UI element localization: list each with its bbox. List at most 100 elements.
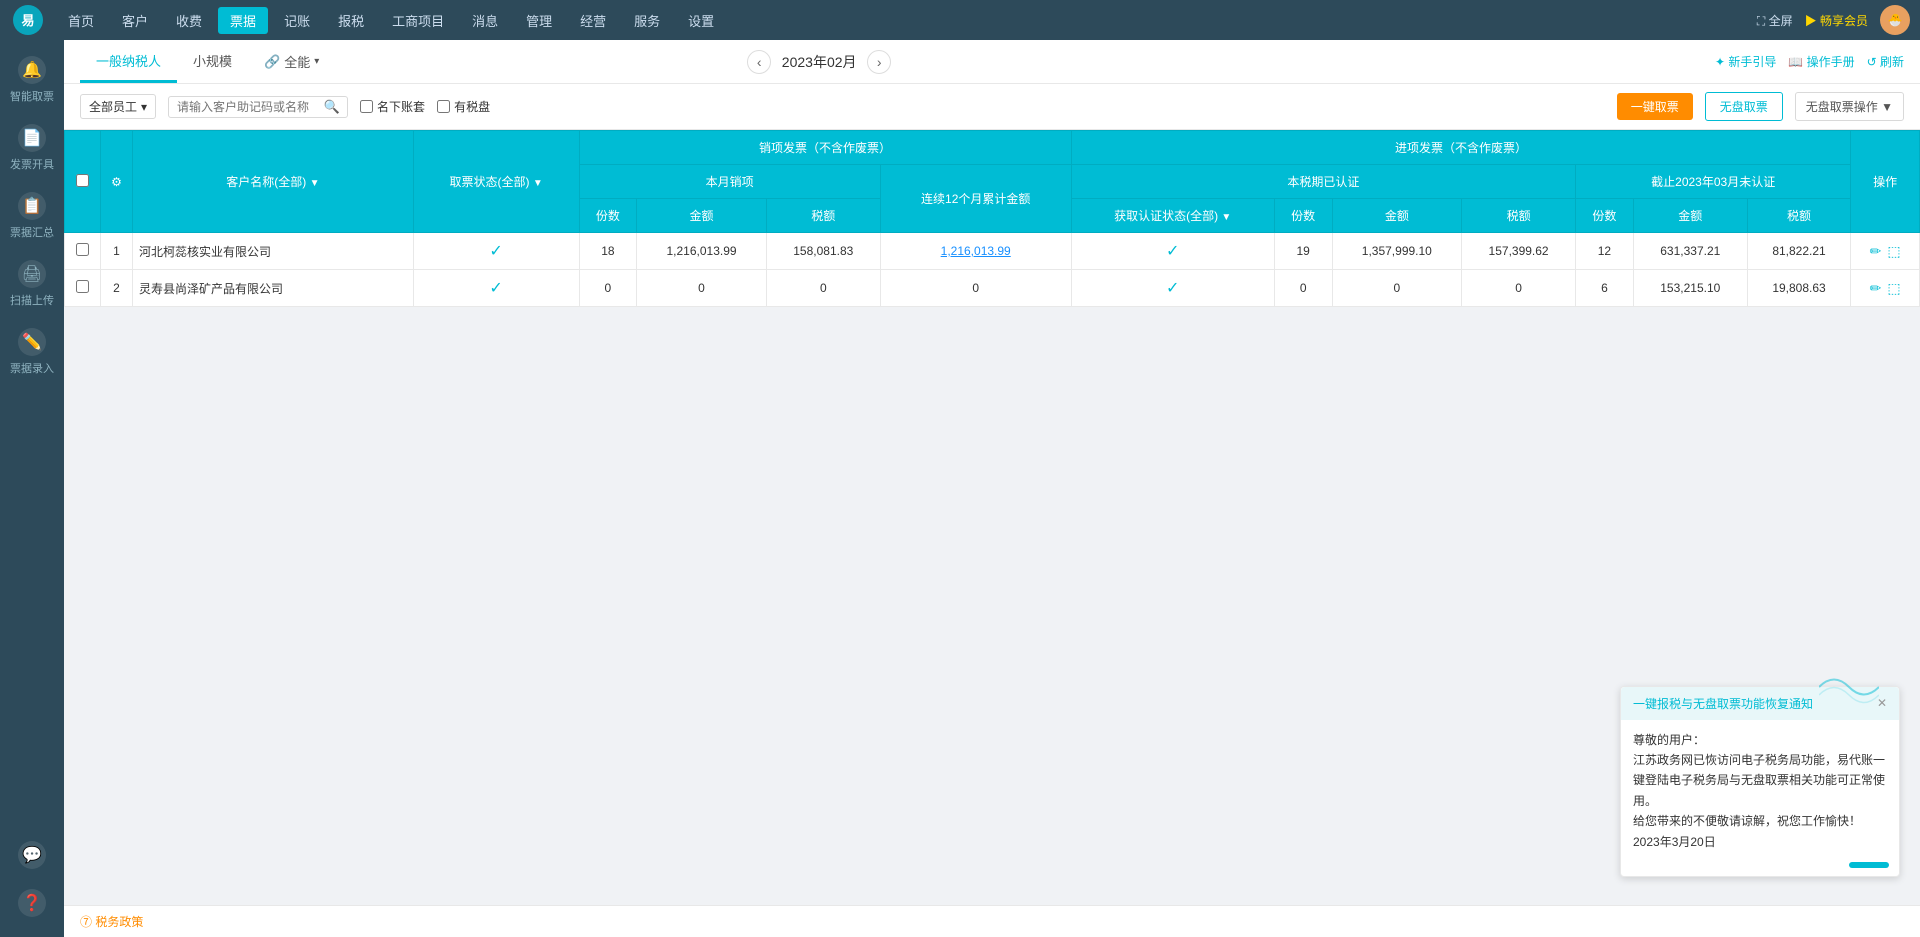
row-checkbox-0[interactable]	[76, 243, 89, 256]
nav-item-manage[interactable]: 管理	[514, 7, 564, 34]
row-checkbox-1[interactable]	[76, 280, 89, 293]
row-uncert-amount-0: 631,337.21	[1633, 233, 1747, 270]
sidebar-item-ticket-entry[interactable]: ✏️ 票据录入	[4, 320, 60, 384]
nav-item-accounting[interactable]: 记账	[272, 7, 322, 34]
row-num-1: 2	[101, 270, 133, 307]
user-avatar[interactable]: 🐣	[1880, 5, 1910, 35]
svg-text:易: 易	[21, 13, 34, 28]
select-all-checkbox[interactable]	[76, 174, 89, 187]
search-input[interactable]	[168, 96, 348, 118]
th-checkbox	[65, 131, 101, 233]
member-button[interactable]: ▶ 畅享会员	[1805, 12, 1868, 29]
refresh-button[interactable]: ↺ 刷新	[1867, 53, 1904, 70]
row-checkbox-cell	[65, 270, 101, 307]
employee-select[interactable]: 全部员工 ▾	[80, 94, 156, 119]
checkbox-tax-disk-input[interactable]	[437, 100, 450, 113]
prev-month-button[interactable]: ‹	[747, 50, 771, 74]
tab-general-taxpayer[interactable]: 一般纳税人	[80, 41, 177, 83]
sub-tabs-right-actions: ✦ 新手引导 📖 操作手册 ↺ 刷新	[1715, 53, 1904, 70]
row-cert-count-0: 19	[1274, 233, 1332, 270]
table-row: 2 灵寿县尚泽矿产品有限公司 ✓ 0 0 0 0 ✓ 0 0 0 6 153,2…	[65, 270, 1920, 307]
table-row: 1 河北柯蕊核实业有限公司 ✓ 18 1,216,013.99 158,081.…	[65, 233, 1920, 270]
nav-item-fee[interactable]: 收费	[164, 7, 214, 34]
row-actions-0: ✏ ⬚	[1851, 233, 1920, 270]
nav-item-business[interactable]: 工商项目	[380, 7, 456, 34]
diskless-fetch-button[interactable]: 无盘取票	[1705, 92, 1783, 121]
nav-item-tax[interactable]: 报税	[326, 7, 376, 34]
sidebar-item-help[interactable]: ❓	[4, 881, 60, 925]
logo: 易	[10, 2, 46, 38]
checkbox-under-name[interactable]: 名下账套	[360, 98, 425, 115]
row-cert-status-1: ✓	[1071, 270, 1274, 307]
row-cert-tax-1: 0	[1462, 270, 1576, 307]
sidebar-item-smart-ticket[interactable]: 🔔 智能取票	[4, 48, 60, 112]
chevron-down-icon: ▾	[314, 56, 319, 67]
sidebar-item-label: 智能取票	[10, 88, 54, 104]
th-operation: 操作	[1851, 131, 1920, 233]
edit-icon-0[interactable]: ✏	[1870, 243, 1882, 260]
sidebar: 🔔 智能取票 📄 发票开具 📋 票据汇总 🖨 扫描上传 ✏️ 票据录入 💬 ❓	[0, 40, 64, 937]
view-icon-1[interactable]: ⬚	[1887, 280, 1900, 297]
invoice-open-icon: 📄	[18, 124, 46, 152]
ticket-entry-icon: ✏️	[18, 328, 46, 356]
nav-item-home[interactable]: 首页	[56, 7, 106, 34]
fullscreen-button[interactable]: ⛶ 全屏	[1757, 12, 1793, 29]
sidebar-item-label: 票据录入	[10, 360, 54, 376]
fetch-status-icon: ✓	[489, 280, 502, 297]
th-sales-tax: 税额	[766, 199, 880, 233]
popup-close-button[interactable]: ✕	[1877, 696, 1887, 710]
popup-header: 一键报税与无盘取票功能恢复通知 ✕	[1621, 687, 1899, 720]
filter-icon[interactable]: ▼	[1221, 212, 1231, 223]
sidebar-item-ticket-summary[interactable]: 📋 票据汇总	[4, 184, 60, 248]
sidebar-item-invoice-open[interactable]: 📄 发票开具	[4, 116, 60, 180]
nav-item-service[interactable]: 服务	[622, 7, 672, 34]
cumulative-link-0[interactable]: 1,216,013.99	[941, 244, 1011, 258]
view-icon-0[interactable]: ⬚	[1887, 243, 1900, 260]
edit-icon-1[interactable]: ✏	[1870, 280, 1882, 297]
th-settings: ⚙	[101, 131, 133, 233]
sidebar-item-feedback[interactable]: 💬	[4, 833, 60, 877]
checkbox-tax-disk[interactable]: 有税盘	[437, 98, 490, 115]
nav-item-settings[interactable]: 设置	[676, 7, 726, 34]
next-month-button[interactable]: ›	[867, 50, 891, 74]
th-uncert-tax: 税额	[1747, 199, 1851, 233]
month-nav: ‹ 2023年02月 ›	[747, 50, 891, 74]
filter-icon[interactable]: ▼	[310, 178, 320, 189]
row-cumulative-1: 0	[880, 270, 1071, 307]
checkbox-under-name-label: 名下账套	[377, 98, 425, 115]
tab-allmighty-label: 🔗	[264, 54, 280, 70]
nav-item-operation[interactable]: 经营	[568, 7, 618, 34]
row-sales-count-1: 0	[579, 270, 637, 307]
th-sales-count: 份数	[579, 199, 637, 233]
row-sales-amount-0: 1,216,013.99	[637, 233, 767, 270]
th-input-certified: 本税期已认证	[1071, 165, 1575, 199]
sidebar-item-scan-upload[interactable]: 🖨 扫描上传	[4, 252, 60, 316]
invoice-table: ⚙ 客户名称(全部) ▼ 取票状态(全部) ▼ 销项发票（不含作废票） 进项发票…	[64, 130, 1920, 307]
row-uncert-tax-1: 19,808.63	[1747, 270, 1851, 307]
tab-allmighty[interactable]: 🔗 全能 ▾	[248, 42, 335, 81]
row-fetch-status-0: ✓	[413, 233, 579, 270]
nav-item-customer[interactable]: 客户	[110, 7, 160, 34]
tax-policy-link[interactable]: ⑦ 税务政策	[80, 913, 143, 930]
th-cert-tax: 税额	[1462, 199, 1576, 233]
diskless-fetch-dropdown-button[interactable]: 无盘取票操作 ▼	[1795, 92, 1904, 121]
sub-tabs-bar: 一般纳税人 小规模 🔗 全能 ▾ ‹ 2023年02月 › ✦ 新手引导 📖 操…	[64, 40, 1920, 84]
row-uncert-tax-0: 81,822.21	[1747, 233, 1851, 270]
tab-small-scale[interactable]: 小规模	[177, 41, 248, 83]
beginner-guide-button[interactable]: ✦ 新手引导	[1715, 53, 1776, 70]
one-click-fetch-button[interactable]: 一键取票	[1617, 93, 1693, 120]
filter-icon[interactable]: ▼	[533, 178, 543, 189]
checkbox-tax-disk-label: 有税盘	[454, 98, 490, 115]
nav-item-ticket[interactable]: 票据	[218, 7, 268, 34]
invoice-table-wrap: ⚙ 客户名称(全部) ▼ 取票状态(全部) ▼ 销项发票（不含作废票） 进项发票…	[64, 130, 1920, 307]
popup-body-text: 尊敬的用户： 江苏政务网已恢访问电子税务局功能，易代账一键登陆电子税务局与无盘取…	[1633, 730, 1887, 852]
nav-item-message[interactable]: 消息	[460, 7, 510, 34]
popup-scrollbar[interactable]	[1849, 862, 1889, 868]
manual-button[interactable]: 📖 操作手册	[1788, 53, 1854, 70]
row-cumulative-0: 1,216,013.99	[880, 233, 1071, 270]
row-cert-status-0: ✓	[1071, 233, 1274, 270]
checkbox-under-name-input[interactable]	[360, 100, 373, 113]
row-checkbox-cell	[65, 233, 101, 270]
popup-title: 一键报税与无盘取票功能恢复通知	[1633, 695, 1813, 712]
row-cert-amount-1: 0	[1332, 270, 1462, 307]
